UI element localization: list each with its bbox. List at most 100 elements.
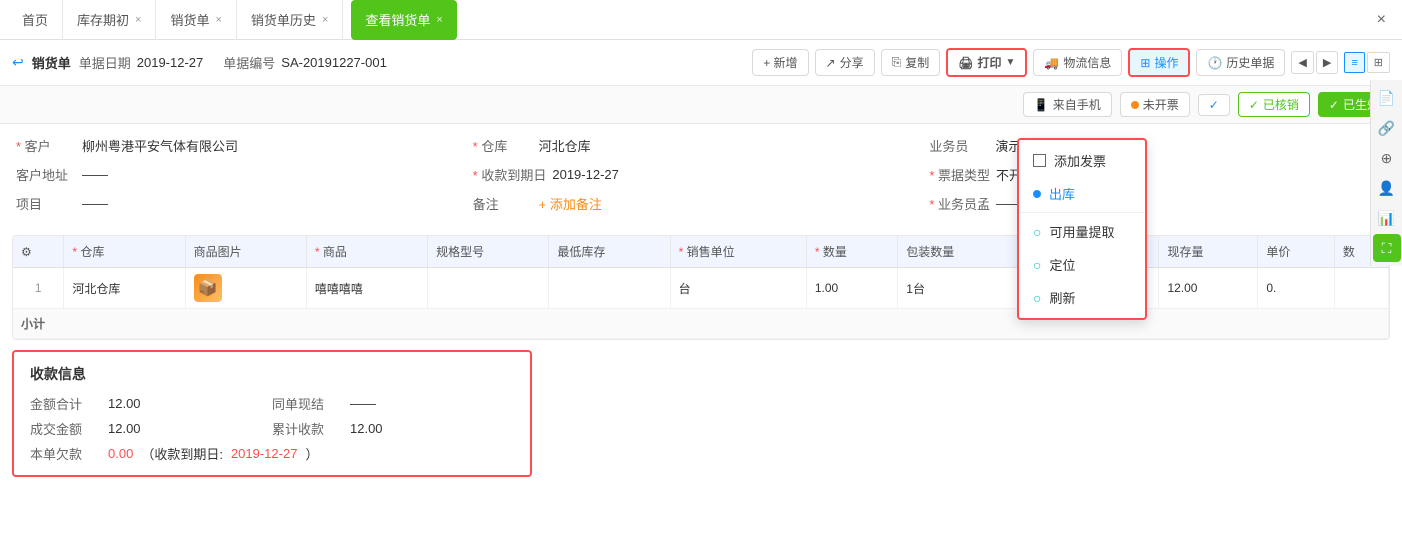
- sidebar-icon-add[interactable]: ⊕: [1373, 144, 1401, 172]
- tab-home[interactable]: 首页: [8, 0, 63, 40]
- next-button[interactable]: ▶: [1316, 51, 1338, 74]
- close-tab-view-sales[interactable]: ×: [436, 14, 442, 26]
- close-tab-inventory[interactable]: ×: [135, 14, 141, 26]
- customer-field: 客户 柳州粤港平安气体有限公司: [16, 136, 473, 155]
- menu-refresh[interactable]: ○ 刷新: [1019, 281, 1145, 314]
- copy-icon: ⎘: [892, 55, 902, 70]
- doc-meta: 单据日期 2019-12-27 单据编号 SA-20191227-001: [79, 53, 387, 72]
- locate-label: 定位: [1049, 255, 1075, 274]
- doc-date-field: 单据日期 2019-12-27: [79, 53, 204, 72]
- note-add-btn[interactable]: + 添加备注: [539, 194, 602, 213]
- doc-date-value: 2019-12-27: [137, 55, 204, 70]
- logistics-button[interactable]: 🚚 物流信息: [1033, 49, 1122, 76]
- sidebar-icon-link[interactable]: 🔗: [1373, 114, 1401, 142]
- grid-view-button[interactable]: ⊞: [1367, 52, 1390, 73]
- balance-label: 本单欠款: [30, 444, 100, 463]
- menu-available-qty[interactable]: ○ 可用量提取: [1019, 215, 1145, 248]
- table-row: 1 河北仓库 📦 嘻嘻嘻嘻 台 1.00 1台 12.00 0.: [13, 268, 1389, 309]
- col-qty: * 数量: [806, 236, 897, 268]
- share-icon: ↗: [826, 56, 836, 70]
- project-value: ——: [82, 196, 108, 211]
- amount-row: 金额合计 12.00: [30, 394, 272, 413]
- from-phone-button[interactable]: 📱 来自手机: [1023, 92, 1112, 117]
- row-amount: [1334, 268, 1388, 309]
- sidebar-icon-expand[interactable]: ⛶: [1373, 234, 1401, 262]
- customer-value: 柳州粤港平安气体有限公司: [82, 136, 238, 155]
- circle-icon-locate: ○: [1033, 257, 1041, 273]
- sidebar-icon-doc[interactable]: 📄: [1373, 84, 1401, 112]
- col-img: 商品图片: [185, 236, 306, 268]
- form-area: 客户 柳州粤港平安气体有限公司 仓库 河北仓库 业务员 演示账号 客户地址 ——: [0, 124, 1402, 235]
- menu-add-invoice[interactable]: 添加发票: [1019, 144, 1145, 177]
- doc-title-area: ↩ 销货单 单据日期 2019-12-27 单据编号 SA-20191227-0…: [12, 53, 736, 72]
- close-tab-sales[interactable]: ×: [215, 14, 221, 26]
- menu-locate[interactable]: ○ 定位: [1019, 248, 1145, 281]
- circle-icon-refresh: ○: [1033, 290, 1041, 306]
- available-qty-label: 可用量提取: [1049, 222, 1114, 241]
- project-label: 项目: [16, 194, 76, 213]
- print-dropdown-arrow: ▼: [1006, 57, 1016, 68]
- row-product: 嘻嘻嘻嘻: [306, 268, 427, 309]
- due-date-field: 收款到期日 2019-12-27: [473, 165, 930, 184]
- menu-stock-out[interactable]: 出库: [1019, 177, 1145, 210]
- history-icon: 🕐: [1207, 56, 1222, 70]
- prev-button[interactable]: ◀: [1291, 51, 1313, 74]
- tab-sales-history[interactable]: 销货单历史 ×: [237, 0, 343, 40]
- payment-title: 收款信息: [30, 364, 514, 384]
- doc-icon: ↩: [12, 54, 24, 71]
- col-product: * 商品: [306, 236, 427, 268]
- col-min-stock: 最低库存: [549, 236, 670, 268]
- print-button[interactable]: 🖨 打印 ▼: [946, 48, 1027, 77]
- close-tab-sales-history[interactable]: ×: [322, 14, 328, 26]
- form-row-3: 项目 —— 备注 + 添加备注 业务员孟 ——: [16, 194, 1386, 213]
- invoice-label: 票据类型: [929, 165, 990, 184]
- payment-panel: 收款信息 金额合计 12.00 同单现结 —— 成交金额 12.00 累计收款 …: [12, 350, 532, 477]
- phone-icon: 📱: [1034, 98, 1049, 112]
- staff-label: 业务员: [929, 136, 989, 155]
- close-window-button[interactable]: ×: [1369, 11, 1394, 29]
- nav-arrows: ◀ ▶: [1291, 51, 1338, 74]
- table-header-row: ⚙ * 仓库 商品图片 * 商品 规格型号 最低库存 * 销售单位 * 数量 包…: [13, 236, 1389, 268]
- tab-sales[interactable]: 销货单 ×: [156, 0, 236, 40]
- product-table: ⚙ * 仓库 商品图片 * 商品 规格型号 最低库存 * 销售单位 * 数量 包…: [13, 236, 1389, 339]
- cancelled-button[interactable]: ✓ 已核销: [1238, 92, 1310, 117]
- row-price: 0.: [1258, 268, 1335, 309]
- col-pkg-qty: 包装数量: [898, 236, 1019, 268]
- copy-button[interactable]: ⎘ 复制: [881, 49, 941, 76]
- tab-view-sales[interactable]: 查看销货单 ×: [351, 0, 456, 40]
- sidebar-icon-user[interactable]: 👤: [1373, 174, 1401, 202]
- same-settlement-label: 同单现结: [272, 394, 342, 413]
- list-view-button[interactable]: ≡: [1344, 52, 1364, 73]
- col-spec: 规格型号: [428, 236, 549, 268]
- payment-info-grid: 金额合计 12.00 同单现结 —— 成交金额 12.00 累计收款 12.00…: [30, 394, 514, 463]
- address-field: 客户地址 ——: [16, 165, 473, 184]
- balance-row: 本单欠款 0.00 （收款到期日: 2019-12-27 ）: [30, 444, 514, 463]
- col-settings: ⚙: [13, 236, 64, 268]
- note-label: 备注: [473, 194, 533, 213]
- col-price: 单价: [1258, 236, 1335, 268]
- menu-divider: [1019, 212, 1145, 213]
- complete-button[interactable]: ✓: [1198, 94, 1230, 116]
- total-received-row: 累计收款 12.00: [272, 419, 514, 438]
- customer-label: 客户: [16, 136, 76, 155]
- doc-no-field: 单据编号 SA-20191227-001: [223, 53, 387, 72]
- col-warehouse: * 仓库: [64, 236, 185, 268]
- history-button[interactable]: 🕐 历史单据: [1196, 49, 1285, 76]
- new-button[interactable]: + 新增: [752, 49, 808, 76]
- col-stock: 现存量: [1159, 236, 1258, 268]
- row-img: 📦: [185, 268, 306, 309]
- view-toggle: ≡ ⊞: [1344, 52, 1390, 73]
- sidebar-icon-chart[interactable]: 📊: [1373, 204, 1401, 232]
- not-opened-button[interactable]: 未开票: [1120, 92, 1190, 117]
- invoice-field: 票据类型 不开票: [929, 165, 1386, 184]
- share-button[interactable]: ↗ 分享: [815, 49, 875, 76]
- operations-button[interactable]: ⊞ 操作: [1128, 48, 1190, 77]
- product-image: 📦: [194, 274, 222, 302]
- deal-amount-value: 12.00: [108, 421, 141, 436]
- grid-icon: ⊞: [1140, 56, 1150, 70]
- tab-inventory[interactable]: 库存期初 ×: [63, 0, 156, 40]
- note-field: 备注 + 添加备注: [473, 194, 930, 213]
- effective-check-icon: ✓: [1329, 98, 1339, 112]
- truck-icon: 🚚: [1044, 56, 1059, 70]
- row-qty: 1.00: [806, 268, 897, 309]
